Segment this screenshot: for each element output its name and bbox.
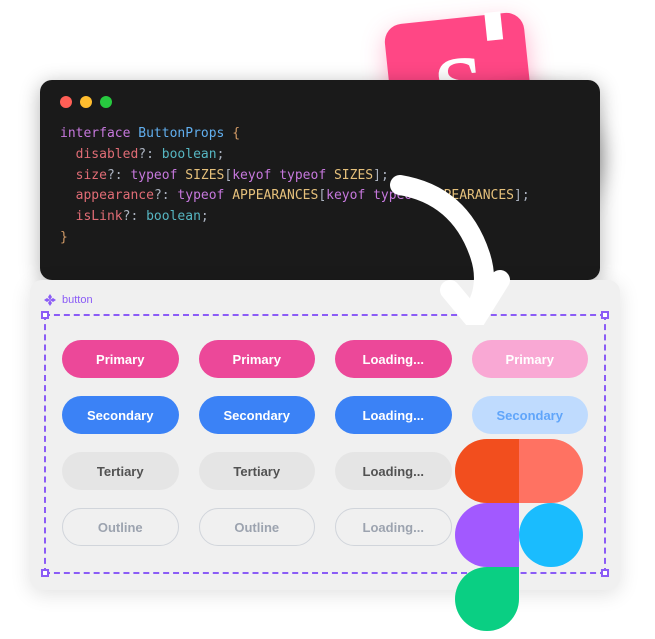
secondary-loading-button[interactable]: Loading...: [335, 396, 452, 434]
tertiary-button[interactable]: Tertiary: [199, 452, 316, 490]
panel-header: button: [44, 294, 606, 306]
figma-shape-orange: [519, 439, 583, 503]
resize-handle-bl[interactable]: [41, 569, 49, 577]
resize-handle-tl[interactable]: [41, 311, 49, 319]
figma-logo: [455, 439, 585, 629]
figma-shape-green: [455, 567, 519, 631]
tertiary-loading-button[interactable]: Loading...: [335, 452, 452, 490]
resize-handle-br[interactable]: [601, 569, 609, 577]
arrow-icon: [380, 175, 520, 330]
primary-button[interactable]: Primary: [62, 340, 179, 378]
minimize-icon[interactable]: [80, 96, 92, 108]
secondary-button[interactable]: Secondary: [199, 396, 316, 434]
figma-shape-purple: [455, 503, 519, 567]
bookmark-icon: [484, 11, 503, 41]
secondary-disabled-button[interactable]: Secondary: [472, 396, 589, 434]
primary-loading-button[interactable]: Loading...: [335, 340, 452, 378]
window-controls: [60, 96, 580, 108]
code-line: disabled?: boolean;: [60, 145, 580, 166]
figma-shape-blue: [519, 503, 583, 567]
figma-shape-red: [455, 439, 519, 503]
primary-button[interactable]: Primary: [199, 340, 316, 378]
primary-disabled-button[interactable]: Primary: [472, 340, 589, 378]
outline-button[interactable]: Outline: [62, 508, 179, 546]
resize-handle-tr[interactable]: [601, 311, 609, 319]
component-icon: [44, 294, 56, 306]
secondary-button[interactable]: Secondary: [62, 396, 179, 434]
tertiary-button[interactable]: Tertiary: [62, 452, 179, 490]
close-icon[interactable]: [60, 96, 72, 108]
maximize-icon[interactable]: [100, 96, 112, 108]
code-line: interface ButtonProps {: [60, 124, 580, 145]
component-name: button: [62, 294, 93, 306]
outline-loading-button[interactable]: Loading...: [335, 508, 452, 546]
outline-button[interactable]: Outline: [199, 508, 316, 546]
